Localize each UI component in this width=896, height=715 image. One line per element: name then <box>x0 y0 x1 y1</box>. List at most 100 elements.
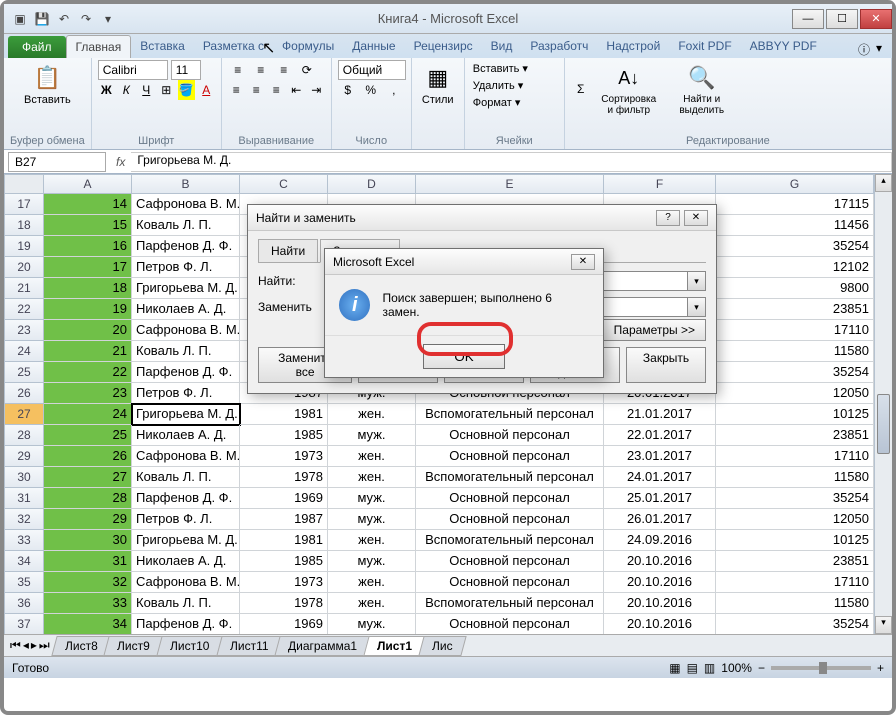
cell[interactable]: 11456 <box>716 215 874 236</box>
cell[interactable]: 23851 <box>716 425 874 446</box>
column-header[interactable]: F <box>604 174 716 194</box>
ribbon-tab[interactable]: Рецензирс <box>405 35 482 58</box>
cell[interactable]: 18 <box>44 278 132 299</box>
cell[interactable]: Сафронова В. М. <box>132 572 240 593</box>
indent-dec-icon[interactable]: ⇤ <box>288 80 305 100</box>
cell[interactable]: 21.01.2017 <box>604 404 716 425</box>
row-header[interactable]: 18 <box>4 215 44 236</box>
cell[interactable]: Основной персонал <box>416 614 604 634</box>
cell[interactable]: Основной персонал <box>416 551 604 572</box>
sort-filter-button[interactable]: A↓ Сортировка и фильтр <box>594 60 664 118</box>
cell[interactable]: 34 <box>44 614 132 634</box>
align-middle-icon[interactable]: ≡ <box>251 60 271 80</box>
excel-icon[interactable]: ▣ <box>10 9 30 29</box>
underline-button[interactable]: Ч <box>138 80 155 100</box>
row-header[interactable]: 36 <box>4 593 44 614</box>
row-header[interactable]: 30 <box>4 467 44 488</box>
cell[interactable]: Григорьева М. Д. <box>132 530 240 551</box>
scroll-up-icon[interactable]: ▴ <box>875 174 892 192</box>
maximize-button[interactable]: ☐ <box>826 9 858 29</box>
cell[interactable]: 35254 <box>716 488 874 509</box>
align-bottom-icon[interactable]: ≡ <box>274 60 294 80</box>
cell[interactable]: 1978 <box>240 593 328 614</box>
column-header[interactable]: E <box>416 174 604 194</box>
cell[interactable]: 23851 <box>716 299 874 320</box>
cell[interactable]: 28 <box>44 488 132 509</box>
cell[interactable]: Коваль Л. П. <box>132 467 240 488</box>
cell[interactable]: 1985 <box>240 551 328 572</box>
cell[interactable]: Сафронова В. М. <box>132 194 240 215</box>
sheet-tab[interactable]: Лист1 <box>364 636 426 656</box>
cell[interactable]: Григорьева М. Д. <box>132 404 240 425</box>
align-center-icon[interactable]: ≡ <box>248 80 265 100</box>
cell[interactable]: 9800 <box>716 278 874 299</box>
ok-button[interactable]: OK <box>423 344 504 369</box>
cell[interactable]: 1981 <box>240 404 328 425</box>
vertical-scrollbar[interactable]: ▴ <box>874 174 892 194</box>
cell[interactable]: 24.09.2016 <box>604 530 716 551</box>
cell[interactable]: 15 <box>44 215 132 236</box>
cell[interactable]: 26.01.2017 <box>604 509 716 530</box>
cell[interactable]: Коваль Л. П. <box>132 341 240 362</box>
cell[interactable]: 33 <box>44 593 132 614</box>
align-right-icon[interactable]: ≡ <box>268 80 285 100</box>
cell[interactable]: 23851 <box>716 551 874 572</box>
replace-dropdown-icon[interactable]: ▾ <box>688 297 706 317</box>
cell[interactable]: Сафронова В. М. <box>132 320 240 341</box>
comma-icon[interactable]: , <box>384 80 404 100</box>
zoom-slider[interactable] <box>771 666 871 670</box>
cell[interactable]: 35254 <box>716 614 874 634</box>
cell[interactable]: Петров Ф. Л. <box>132 383 240 404</box>
row-header[interactable]: 19 <box>4 236 44 257</box>
cell[interactable]: 17 <box>44 257 132 278</box>
name-box[interactable]: B27 <box>8 152 106 172</box>
font-color-button[interactable]: A <box>198 80 215 100</box>
cell[interactable]: жен. <box>328 467 416 488</box>
cell[interactable]: 29 <box>44 509 132 530</box>
dialog-help-button[interactable]: ? <box>656 210 680 226</box>
italic-button[interactable]: К <box>118 80 135 100</box>
row-header[interactable]: 34 <box>4 551 44 572</box>
cell[interactable]: 20.10.2016 <box>604 593 716 614</box>
delete-cells-button[interactable]: Удалить ▾ <box>471 77 558 94</box>
row-header[interactable]: 27 <box>4 404 44 425</box>
msgbox-titlebar[interactable]: Microsoft Excel ✕ <box>325 249 603 275</box>
column-header[interactable]: G <box>716 174 874 194</box>
cell[interactable]: 12102 <box>716 257 874 278</box>
select-all-corner[interactable] <box>4 174 44 194</box>
cell[interactable]: жен. <box>328 593 416 614</box>
cell[interactable]: 1985 <box>240 425 328 446</box>
cell[interactable]: 20 <box>44 320 132 341</box>
cell[interactable]: 27 <box>44 467 132 488</box>
paste-button[interactable]: 📋 Вставить <box>10 60 85 108</box>
autosum-icon[interactable]: Σ <box>571 79 591 99</box>
cell[interactable]: жен. <box>328 572 416 593</box>
cell[interactable]: Вспомогательный персонал <box>416 530 604 551</box>
row-header[interactable]: 33 <box>4 530 44 551</box>
sheet-tab[interactable]: Лист8 <box>51 636 111 656</box>
tab-find[interactable]: Найти <box>258 239 318 263</box>
currency-icon[interactable]: $ <box>338 80 358 100</box>
params-button[interactable]: Параметры >> <box>603 319 706 341</box>
align-left-icon[interactable]: ≡ <box>228 80 245 100</box>
scroll-thumb[interactable] <box>877 394 890 454</box>
cell[interactable]: 12050 <box>716 383 874 404</box>
cell[interactable]: Парфенов Д. Ф. <box>132 362 240 383</box>
cell[interactable]: 23.01.2017 <box>604 446 716 467</box>
percent-icon[interactable]: % <box>361 80 381 100</box>
fx-button[interactable]: fx <box>110 155 131 169</box>
sheet-prev-icon[interactable]: ◂ <box>23 638 29 653</box>
fill-color-button[interactable]: 🪣 <box>178 80 195 100</box>
cell[interactable]: 20.10.2016 <box>604 551 716 572</box>
cell[interactable]: 19 <box>44 299 132 320</box>
cell[interactable]: 11580 <box>716 341 874 362</box>
cell[interactable]: 25.01.2017 <box>604 488 716 509</box>
help-icon[interactable]: ⓘ <box>858 41 870 58</box>
row-header[interactable]: 31 <box>4 488 44 509</box>
ribbon-minimize-icon[interactable]: ▾ <box>876 41 882 58</box>
msgbox-close-button[interactable]: ✕ <box>571 254 595 270</box>
cell[interactable]: Парфенов Д. Ф. <box>132 488 240 509</box>
cell[interactable]: Парфенов Д. Ф. <box>132 614 240 634</box>
cell[interactable]: Парфенов Д. Ф. <box>132 236 240 257</box>
sheet-tab[interactable]: Диаграмма1 <box>274 636 370 656</box>
